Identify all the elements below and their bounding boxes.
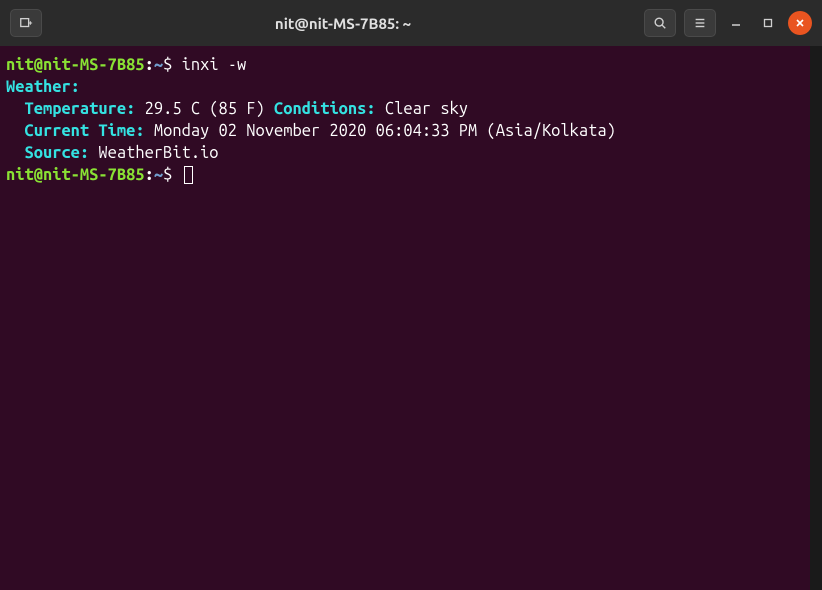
prompt-symbol: $ — [163, 56, 172, 74]
cursor — [184, 166, 193, 184]
output-time-line: Current Time: Monday 02 November 2020 06… — [6, 120, 804, 142]
command-text: inxi -w — [182, 56, 247, 74]
minimize-button[interactable] — [724, 11, 748, 35]
titlebar: nit@nit-MS-7B85: ~ — [0, 0, 822, 46]
output-header: Weather: — [6, 76, 804, 98]
window-title: nit@nit-MS-7B85: ~ — [50, 15, 636, 32]
prompt-user: nit@nit-MS-7B85 — [6, 56, 145, 74]
maximize-button[interactable] — [756, 11, 780, 35]
output-source-line: Source: WeatherBit.io — [6, 142, 804, 164]
new-tab-button[interactable] — [10, 9, 42, 37]
output-temp-line: Temperature: 29.5 C (85 F) Conditions: C… — [6, 98, 804, 120]
prompt-line-1: nit@nit-MS-7B85:~$ inxi -w — [6, 54, 804, 76]
terminal-window: nit@nit-MS-7B85: ~ — [0, 0, 822, 590]
close-button[interactable] — [788, 11, 812, 35]
menu-button[interactable] — [684, 9, 716, 37]
prompt-path: ~ — [154, 56, 163, 74]
search-button[interactable] — [644, 9, 676, 37]
prompt-line-2: nit@nit-MS-7B85:~$ — [6, 164, 804, 186]
terminal-body[interactable]: nit@nit-MS-7B85:~$ inxi -w Weather: Temp… — [0, 46, 822, 590]
